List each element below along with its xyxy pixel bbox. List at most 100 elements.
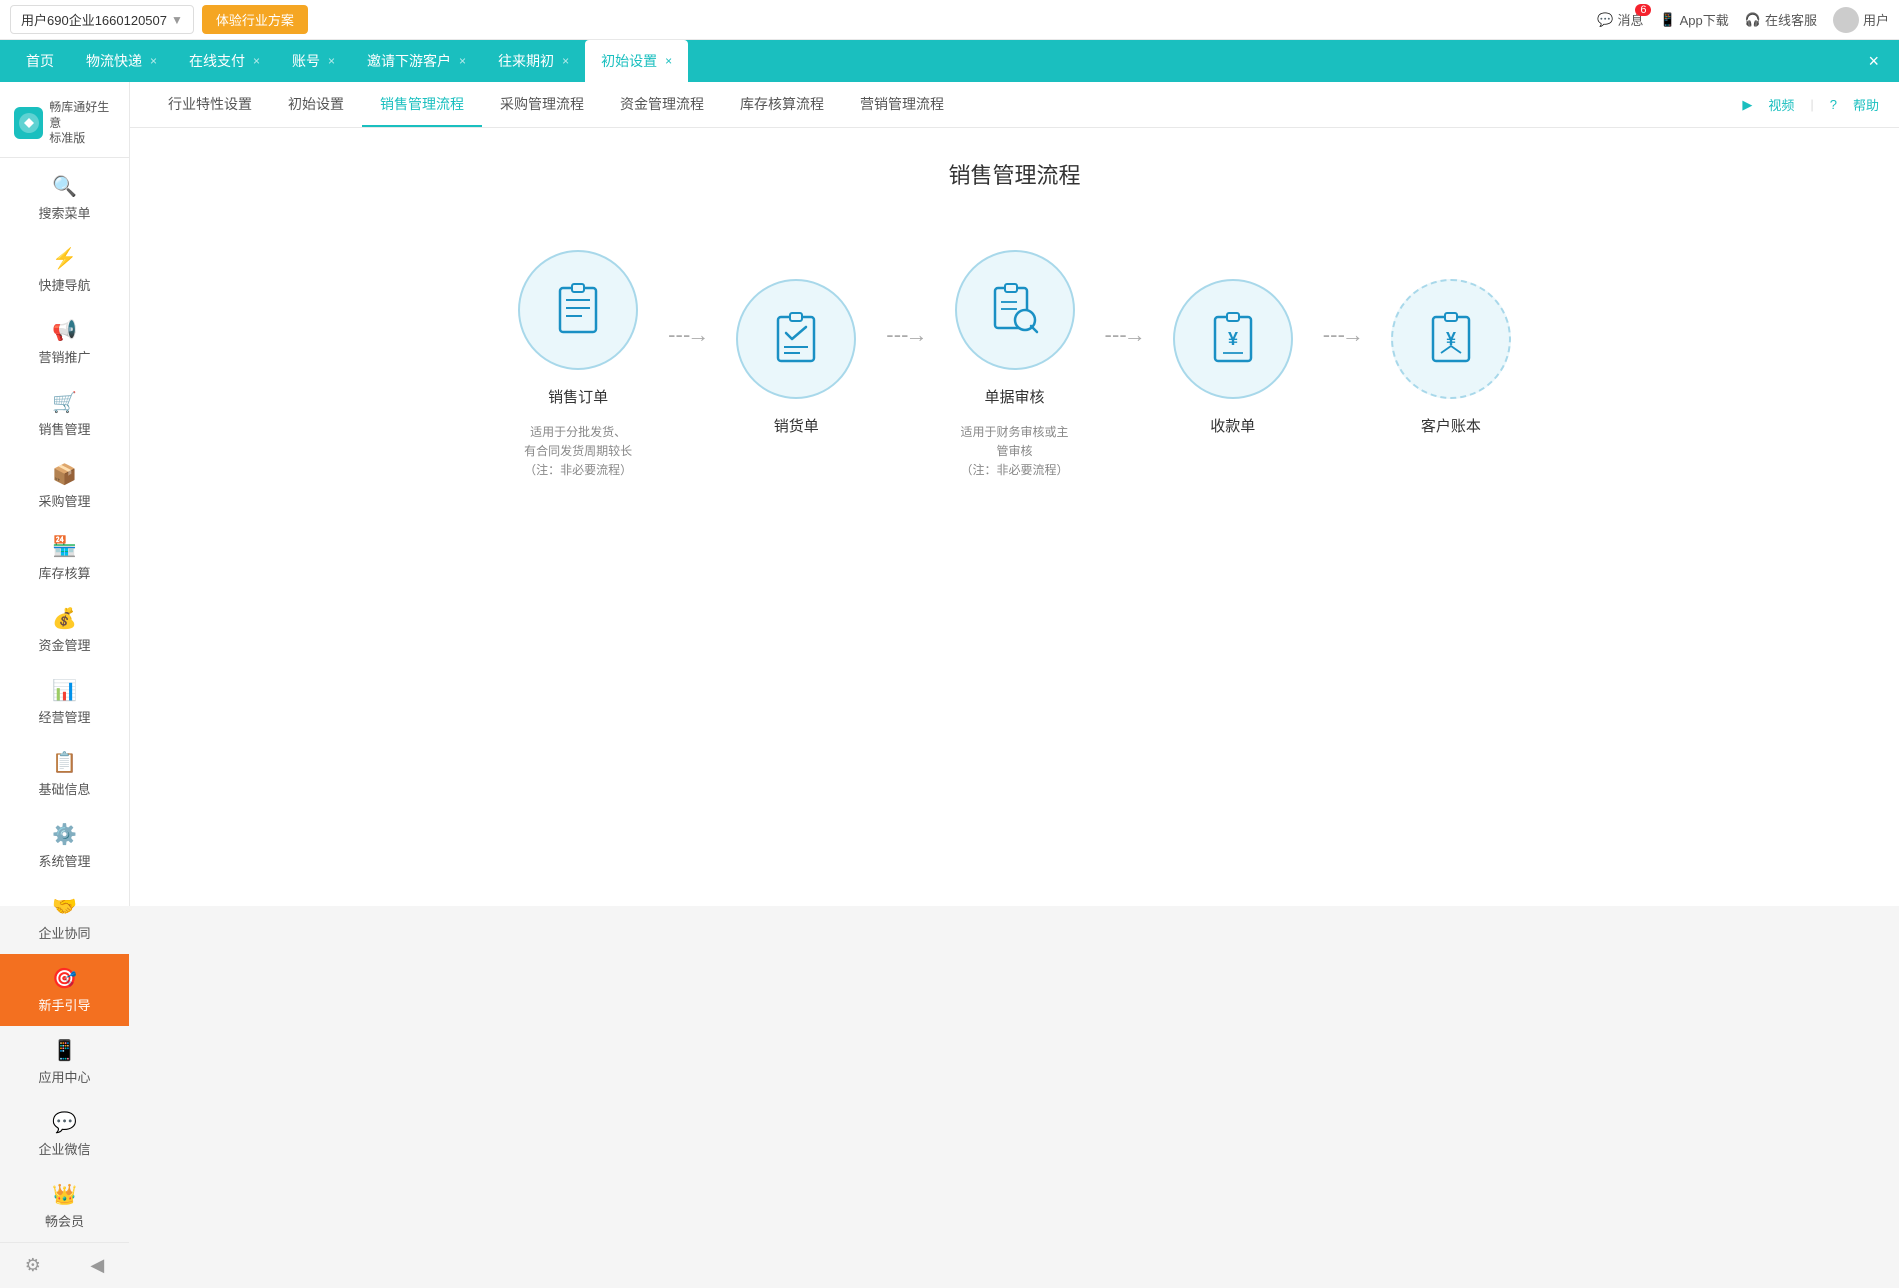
user-profile-item[interactable]: 用户 [1833, 7, 1889, 33]
trial-button[interactable]: 体验行业方案 [202, 5, 308, 34]
close-icon[interactable]: × [562, 54, 569, 68]
online-service-label: 在线客服 [1765, 10, 1817, 29]
sidebar-item-guide[interactable]: 🎯 新手引导 [0, 954, 129, 1026]
tab-invite[interactable]: 邀请下游客户 × [351, 40, 482, 82]
sidebar-item-label: 应用中心 [38, 1067, 90, 1086]
sidebar-item-label: 库存核算 [38, 563, 90, 582]
sidebar-item-quicknav[interactable]: ⚡ 快捷导航 [0, 234, 129, 306]
close-icon[interactable]: × [253, 54, 260, 68]
sidebar-item-purchase[interactable]: 📦 采购管理 [0, 450, 129, 522]
box-icon: 📦 [52, 462, 77, 487]
sub-tab-marketing-flow[interactable]: 营销管理流程 [842, 82, 962, 127]
nav-tabs: 首页 物流快递 × 在线支付 × 账号 × 邀请下游客户 × 往来期初 × 初始… [0, 40, 1899, 82]
flow-circle-customer-ledger[interactable]: ¥ [1391, 279, 1511, 399]
top-bar: 用户690企业1660120507 ▼ 体验行业方案 💬 消息 6 📱 App下… [0, 0, 1899, 40]
sub-tab-init[interactable]: 初始设置 [270, 82, 362, 127]
logo-line1: 畅库通好生意 [49, 100, 115, 131]
close-icon[interactable]: × [328, 54, 335, 68]
sidebar-item-wechat[interactable]: 💬 企业微信 [0, 1098, 129, 1170]
sidebar-item-label: 采购管理 [38, 491, 90, 510]
sub-tab-label: 库存核算流程 [740, 94, 824, 114]
flow-diagram: 销售订单 适用于分批发货、有合同发货周期较长（注：非必要流程） - - -→ [170, 250, 1859, 481]
clipboard-icon: 📋 [52, 750, 77, 775]
message-item[interactable]: 💬 消息 6 [1597, 10, 1643, 29]
sub-tab-sales-flow[interactable]: 销售管理流程 [362, 82, 482, 127]
flow-circle-sales-invoice[interactable] [736, 279, 856, 399]
sidebar-item-collab[interactable]: 🤝 企业协同 [0, 882, 129, 954]
tab-init-settings[interactable]: 初始设置 × [585, 40, 688, 82]
settings-bottom-icon[interactable]: ⚙ [21, 1251, 45, 1280]
flow-step-sales-invoice: 销货单 [716, 279, 876, 452]
nav-close-button[interactable]: × [1858, 51, 1889, 72]
flow-arrow-2: - - -→ [886, 322, 924, 408]
online-service-item[interactable]: 🎧 在线客服 [1745, 10, 1817, 29]
sub-tab-inventory-flow[interactable]: 库存核算流程 [722, 82, 842, 127]
svg-text:¥: ¥ [1228, 329, 1238, 349]
user-selector[interactable]: 用户690企业1660120507 ▼ [10, 5, 194, 34]
search-icon: 🔍 [52, 174, 77, 199]
sidebar-item-finance[interactable]: 💰 资金管理 [0, 594, 129, 666]
sidebar-item-operations[interactable]: 📊 经营管理 [0, 666, 129, 738]
collapse-icon[interactable]: ◀ [86, 1251, 108, 1280]
app-download-item[interactable]: 📱 App下载 [1659, 10, 1728, 29]
handshake-icon: 🤝 [52, 894, 77, 919]
divider: | [1810, 97, 1813, 112]
tab-payment[interactable]: 在线支付 × [173, 40, 276, 82]
tab-invite-label: 邀请下游客户 [367, 51, 451, 71]
crown-icon: 👑 [52, 1182, 77, 1207]
flow-step-doc-review: 单据审核 适用于财务审核或主管审核（注：非必要流程） [935, 250, 1095, 481]
step-title: 销售订单 [548, 386, 608, 407]
sidebar-item-label: 资金管理 [38, 635, 90, 654]
tab-account-label: 账号 [292, 51, 320, 71]
sub-tab-label: 销售管理流程 [380, 94, 464, 114]
sub-tab-label: 采购管理流程 [500, 94, 584, 114]
sidebar-item-system[interactable]: ⚙️ 系统管理 [0, 810, 129, 882]
tab-home[interactable]: 首页 [10, 40, 70, 82]
sidebar-item-label: 营销推广 [38, 347, 90, 366]
sub-tab-industry[interactable]: 行业特性设置 [150, 82, 270, 127]
message-badge: 6 [1635, 4, 1651, 16]
logo-line2: 标准版 [49, 131, 115, 147]
content-area: 行业特性设置 初始设置 销售管理流程 采购管理流程 资金管理流程 库存核算流程 [130, 82, 1899, 906]
help-icon: ? [1830, 97, 1837, 112]
flow-arrow-3: - - -→ [1105, 322, 1143, 408]
flow-circle-sales-order[interactable] [518, 250, 638, 370]
sidebar-item-member[interactable]: 👑 畅会员 [0, 1170, 129, 1242]
sidebar-item-label: 经营管理 [38, 707, 90, 726]
sub-tab-finance-flow[interactable]: 资金管理流程 [602, 82, 722, 127]
tab-home-label: 首页 [26, 51, 54, 71]
sidebar-item-sales[interactable]: 🛒 销售管理 [0, 378, 129, 450]
flow-circle-receipt[interactable]: ¥ [1173, 279, 1293, 399]
sidebar-item-basic[interactable]: 📋 基础信息 [0, 738, 129, 810]
sub-tab-label: 行业特性设置 [168, 94, 252, 114]
flow-step-receipt: ¥ 收款单 [1153, 279, 1313, 452]
logo-image [14, 107, 43, 139]
sidebar-item-marketing[interactable]: 📢 营销推广 [0, 306, 129, 378]
step-title: 销货单 [774, 415, 819, 436]
main-content: 销售管理流程 销售订单 适用于分批发货、有合同发货周期较长（ [130, 128, 1899, 906]
sidebar-item-label: 销售管理 [38, 419, 90, 438]
video-label[interactable]: 视频 [1768, 95, 1794, 114]
tab-logistics[interactable]: 物流快递 × [70, 40, 173, 82]
cart-icon: 🛒 [52, 390, 77, 415]
layout: 畅库通好生意 标准版 🔍 搜索菜单 ⚡ 快捷导航 📢 营销推广 🛒 销售管理 📦… [0, 82, 1899, 906]
sidebar-item-label: 系统管理 [38, 851, 90, 870]
avatar [1833, 7, 1859, 33]
close-icon[interactable]: × [459, 54, 466, 68]
close-icon[interactable]: × [665, 54, 672, 68]
sub-nav-right: ▶ 视频 | ? 帮助 [1742, 95, 1879, 114]
sidebar-item-app[interactable]: 📱 应用中心 [0, 1026, 129, 1098]
tab-account[interactable]: 账号 × [276, 40, 351, 82]
close-icon[interactable]: × [150, 54, 157, 68]
sub-tab-label: 营销管理流程 [860, 94, 944, 114]
tab-period-label: 往来期初 [498, 51, 554, 71]
sidebar-item-label: 基础信息 [38, 779, 90, 798]
chart-icon: 📊 [52, 678, 77, 703]
sidebar-logo: 畅库通好生意 标准版 [0, 90, 129, 158]
sub-tab-purchase-flow[interactable]: 采购管理流程 [482, 82, 602, 127]
tab-period[interactable]: 往来期初 × [482, 40, 585, 82]
sidebar-item-search[interactable]: 🔍 搜索菜单 [0, 162, 129, 234]
flow-circle-doc-review[interactable] [955, 250, 1075, 370]
help-label[interactable]: 帮助 [1853, 95, 1879, 114]
sidebar-item-inventory[interactable]: 🏪 库存核算 [0, 522, 129, 594]
